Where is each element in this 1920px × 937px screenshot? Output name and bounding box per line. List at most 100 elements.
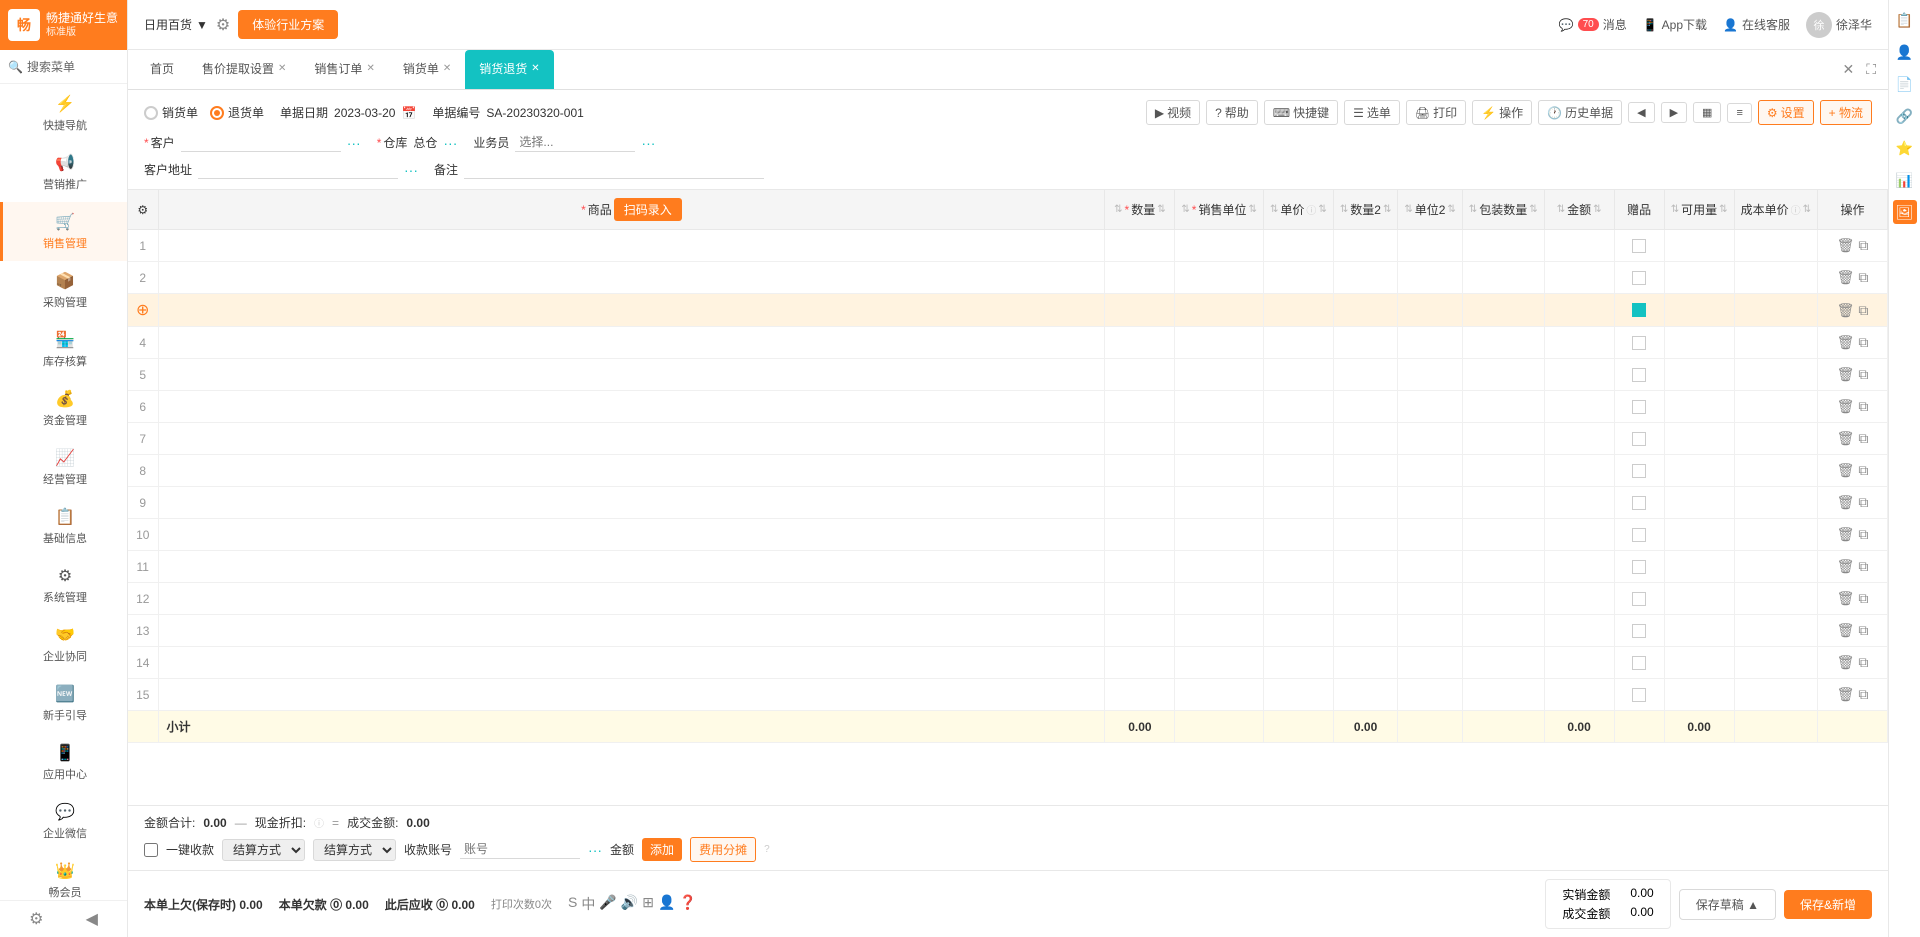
nav-next-btn[interactable]: ▶ [1661, 102, 1687, 123]
copy-row-icon[interactable]: ⧉ [1858, 654, 1868, 671]
address-select-btn[interactable]: ··· [404, 162, 418, 178]
price-cell[interactable] [1263, 455, 1333, 487]
amount-cell[interactable] [1544, 423, 1614, 455]
qty2-cell[interactable] [1333, 423, 1397, 455]
select-btn[interactable]: ☰ 选单 [1344, 100, 1400, 125]
qty-cell[interactable] [1105, 327, 1175, 359]
gift-cell[interactable] [1614, 359, 1664, 391]
gift-cell[interactable] [1614, 455, 1664, 487]
gift-cell[interactable] [1614, 487, 1664, 519]
customer-input[interactable] [181, 133, 341, 152]
amount-cell[interactable] [1544, 294, 1614, 327]
pkg-cell[interactable] [1462, 359, 1544, 391]
avail-cell[interactable] [1664, 519, 1734, 551]
view-list-btn[interactable]: ≡ [1727, 103, 1751, 123]
gift-cell[interactable] [1614, 583, 1664, 615]
nav-prev-btn[interactable]: ◀ [1628, 102, 1654, 123]
pkg-cell[interactable] [1462, 647, 1544, 679]
right-panel-user[interactable]: 👤 [1893, 40, 1917, 64]
sidebar-item-operations[interactable]: 📈 经营管理 [0, 438, 127, 497]
right-panel-doc[interactable]: 📄 [1893, 72, 1917, 96]
tab-expand-btn[interactable]: ⛶ [1862, 57, 1880, 82]
price-cell[interactable] [1263, 519, 1333, 551]
topbar-settings-icon[interactable]: ⚙ [216, 15, 230, 35]
qty-cell[interactable] [1105, 455, 1175, 487]
customer-select-btn[interactable]: ··· [347, 135, 361, 151]
gift-cell[interactable] [1614, 423, 1664, 455]
price-cell[interactable] [1263, 679, 1333, 711]
unit2-cell[interactable] [1398, 647, 1462, 679]
tab-sales-order[interactable]: 销售订单 ✕ [300, 50, 388, 89]
account-select-btn[interactable]: ··· [588, 842, 602, 858]
avail-cell[interactable] [1664, 679, 1734, 711]
save-draft-btn[interactable]: 保存草稿 ▲ [1679, 889, 1776, 920]
unit-cell[interactable] [1175, 359, 1263, 391]
cost-cell[interactable] [1734, 455, 1817, 487]
pkg-cell[interactable] [1462, 455, 1544, 487]
unit-cell[interactable] [1175, 583, 1263, 615]
copy-row-icon[interactable]: ⧉ [1858, 462, 1868, 479]
amount-cell[interactable] [1544, 262, 1614, 294]
radio-return-single[interactable]: 退货单 [210, 104, 264, 121]
th-qty[interactable]: ⇅ *数量 ⇅ [1105, 190, 1175, 230]
gift-checkbox[interactable] [1632, 239, 1646, 253]
product-cell[interactable] [158, 391, 1105, 423]
sidebar-item-inventory[interactable]: 🏪 库存核算 [0, 320, 127, 379]
th-settings[interactable]: ⚙ [128, 190, 158, 230]
settlement-select[interactable]: 结算方式 [222, 839, 305, 861]
copy-row-icon[interactable]: ⧉ [1858, 526, 1868, 543]
qty2-cell[interactable] [1333, 294, 1397, 327]
fee-split-btn[interactable]: 费用分摊 [690, 837, 756, 862]
qty-cell[interactable] [1105, 294, 1175, 327]
add-item-btn[interactable]: 添加 [642, 838, 682, 861]
amount-cell[interactable] [1544, 519, 1614, 551]
delete-row-icon[interactable]: 🗑 [1837, 526, 1855, 543]
qty-cell[interactable] [1105, 359, 1175, 391]
add-row-icon[interactable]: ⊕ [136, 302, 149, 319]
view-table-btn[interactable]: ▦ [1693, 102, 1721, 123]
copy-row-icon[interactable]: ⧉ [1858, 398, 1868, 415]
amount-cell[interactable] [1544, 230, 1614, 262]
th-unit2[interactable]: ⇅ 单位2 ⇅ [1398, 190, 1462, 230]
copy-row-icon[interactable]: ⧉ [1858, 302, 1868, 319]
shortcut-btn[interactable]: ⌨ 快捷键 [1264, 100, 1338, 125]
avail-cell[interactable] [1664, 359, 1734, 391]
history-btn[interactable]: 🕐 历史单据 [1538, 100, 1622, 125]
settings-form-btn[interactable]: ⚙ 设置 [1758, 100, 1814, 125]
qty2-cell[interactable] [1333, 230, 1397, 262]
qty-cell[interactable] [1105, 391, 1175, 423]
tab-price-extract[interactable]: 售价提取设置 ✕ [188, 50, 300, 89]
cost-cell[interactable] [1734, 583, 1817, 615]
unit-cell[interactable] [1175, 391, 1263, 423]
product-input[interactable] [165, 303, 1099, 317]
right-panel-star[interactable]: ⭐ [1893, 136, 1917, 160]
cost-cell[interactable] [1734, 551, 1817, 583]
unit2-cell[interactable] [1398, 230, 1462, 262]
gift-cell[interactable] [1614, 551, 1664, 583]
product-cell[interactable] [158, 519, 1105, 551]
unit2-cell[interactable] [1398, 327, 1462, 359]
pkg-cell[interactable] [1462, 551, 1544, 583]
product-cell[interactable] [158, 294, 1105, 327]
gift-checkbox[interactable] [1632, 303, 1646, 317]
calendar-icon[interactable]: 📅 [401, 106, 416, 120]
message-btn[interactable]: 💬 70 消息 [1559, 16, 1627, 33]
gift-cell[interactable] [1614, 519, 1664, 551]
staff-input[interactable] [515, 133, 635, 152]
avail-cell[interactable] [1664, 583, 1734, 615]
right-panel-chart[interactable]: 📊 [1893, 168, 1917, 192]
product-cell[interactable] [158, 647, 1105, 679]
amount-cell[interactable] [1544, 647, 1614, 679]
unit-cell[interactable] [1175, 679, 1263, 711]
gift-checkbox[interactable] [1632, 368, 1646, 382]
sidebar-item-sales[interactable]: 🛒 销售管理 [0, 202, 127, 261]
price-cell[interactable] [1263, 551, 1333, 583]
delete-row-icon[interactable]: 🗑 [1837, 398, 1855, 415]
product-cell[interactable] [158, 487, 1105, 519]
gift-checkbox[interactable] [1632, 432, 1646, 446]
delete-row-icon[interactable]: 🗑 [1837, 558, 1855, 575]
cost-cell[interactable] [1734, 230, 1817, 262]
pkg-cell[interactable] [1462, 615, 1544, 647]
delete-row-icon[interactable]: 🗑 [1837, 494, 1855, 511]
th-pkg[interactable]: ⇅ 包装数量 ⇅ [1462, 190, 1544, 230]
